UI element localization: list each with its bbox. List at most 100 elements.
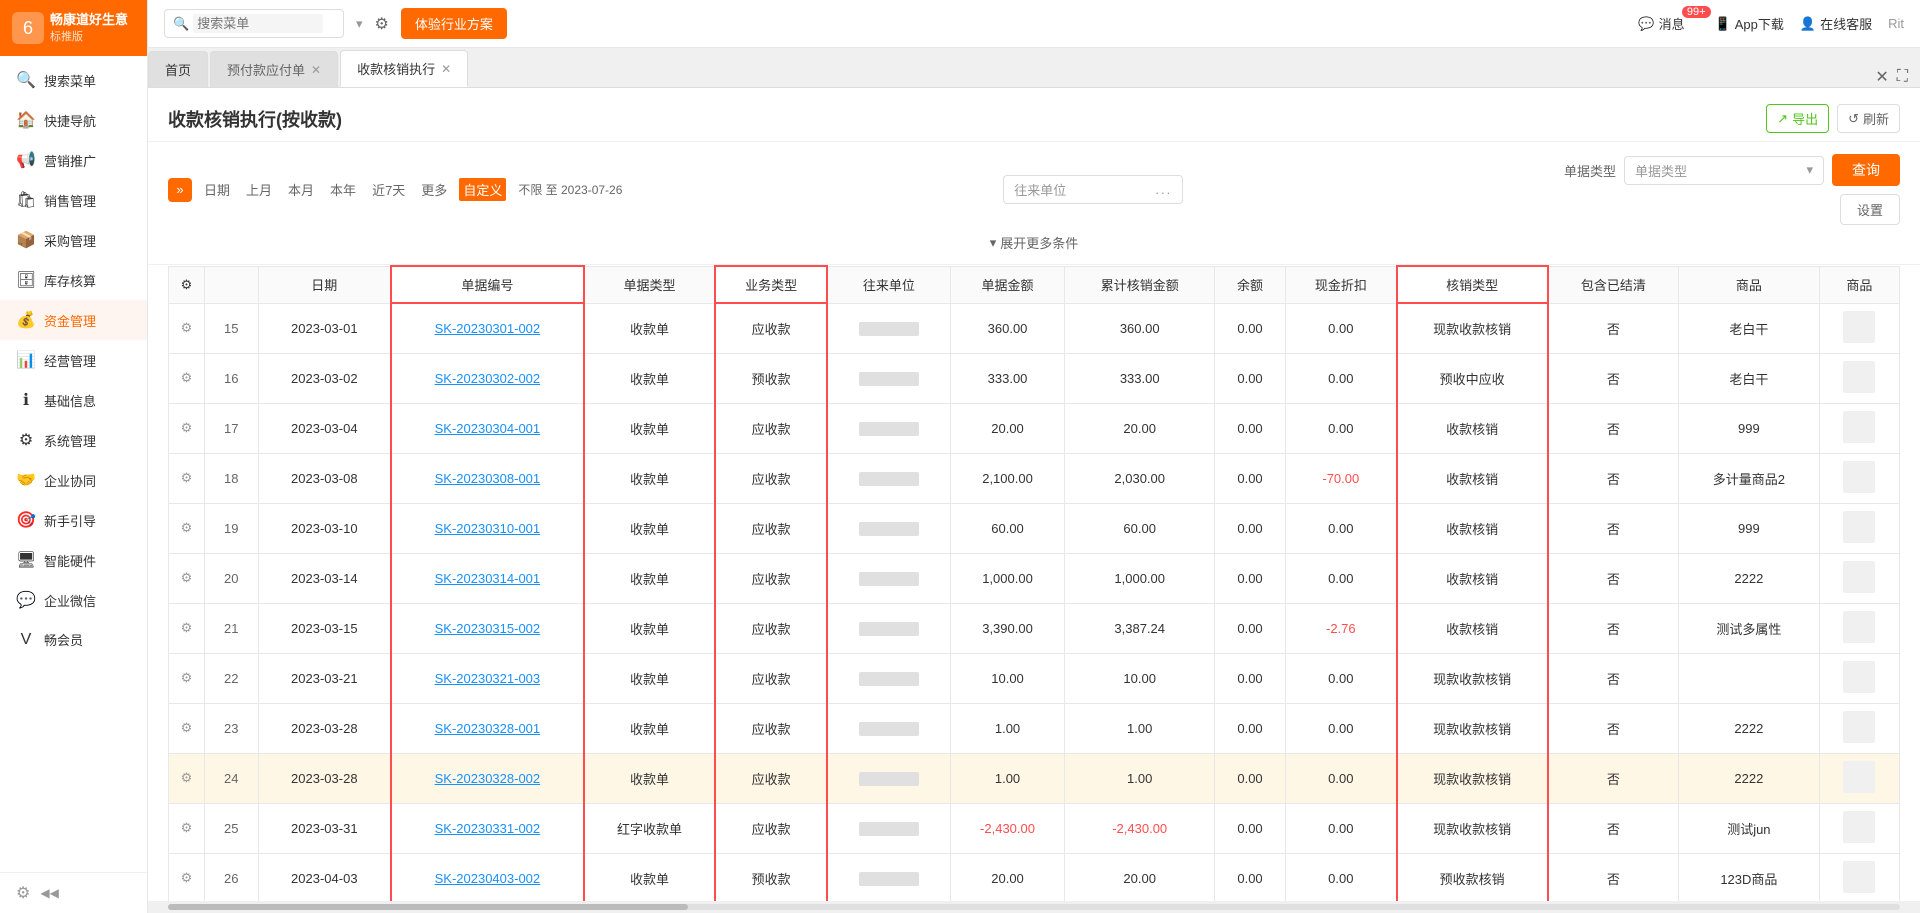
expand-conditions-button[interactable]: ▾ 展开更多条件 bbox=[990, 233, 1079, 252]
td-gear[interactable]: ⚙ bbox=[169, 303, 205, 353]
page-header-actions: ↗ 导出 ↺ 刷新 bbox=[1766, 104, 1900, 133]
td-bill-no: SK-20230321-003 bbox=[391, 653, 584, 703]
td-bill-no: SK-20230315-002 bbox=[391, 603, 584, 653]
td-gear[interactable]: ⚙ bbox=[169, 553, 205, 603]
more-date-link[interactable]: 更多 bbox=[417, 178, 451, 201]
sidebar-item-purchase[interactable]: 📦 采购管理 bbox=[0, 220, 147, 260]
sidebar-item-wechat[interactable]: 💬 企业微信 bbox=[0, 580, 147, 620]
message-button[interactable]: 💬 消息 99+ bbox=[1638, 14, 1698, 33]
table-wrap: ⚙ 日期 单据编号 单据类型 业务类型 往来单位 单据金额 累计核销金额 余额 … bbox=[148, 265, 1920, 901]
td-acc-amount: 20.00 bbox=[1065, 853, 1215, 901]
bill-no-link[interactable]: SK-20230302-002 bbox=[435, 371, 541, 386]
footer-settings-icon[interactable]: ⚙ bbox=[16, 883, 30, 903]
bill-no-link[interactable]: SK-20230310-001 bbox=[435, 521, 541, 536]
sidebar-item-search[interactable]: 🔍 搜索菜单 bbox=[0, 60, 147, 100]
td-seq: 21 bbox=[205, 603, 259, 653]
bill-no-link[interactable]: SK-20230315-002 bbox=[435, 621, 541, 636]
td-gear[interactable]: ⚙ bbox=[169, 853, 205, 901]
sidebar-item-operations[interactable]: 📊 经营管理 bbox=[0, 340, 147, 380]
scrollbar-thumb[interactable] bbox=[168, 904, 688, 910]
footer-collapse-icon[interactable]: ◀◀ bbox=[40, 886, 58, 900]
sidebar-item-corp[interactable]: 🤝 企业协同 bbox=[0, 460, 147, 500]
bill-no-link[interactable]: SK-20230328-002 bbox=[435, 771, 541, 786]
td-acc-amount: 60.00 bbox=[1065, 503, 1215, 553]
td-gear[interactable]: ⚙ bbox=[169, 453, 205, 503]
collection-tab-close[interactable]: ✕ bbox=[441, 62, 451, 76]
td-goods-img bbox=[1819, 503, 1899, 553]
filter-toggle-button[interactable]: » bbox=[168, 178, 192, 202]
sidebar-item-newbie[interactable]: 🎯 新手引导 bbox=[0, 500, 147, 540]
this-month-link[interactable]: 本月 bbox=[284, 178, 318, 201]
app-download-button[interactable]: 📱 App下载 bbox=[1715, 14, 1784, 33]
td-cash-discount: 0.00 bbox=[1286, 403, 1397, 453]
td-cancel-type: 现款收款核销 bbox=[1397, 303, 1548, 353]
td-goods: 测试jun bbox=[1678, 803, 1819, 853]
partner-filter[interactable]: 往来单位 ... bbox=[1003, 175, 1183, 204]
td-bill-type: 收款单 bbox=[584, 503, 715, 553]
sidebar-item-quick-nav[interactable]: 🏠 快捷导航 bbox=[0, 100, 147, 140]
online-service-button[interactable]: 👤 在线客服 bbox=[1800, 14, 1872, 33]
td-gear[interactable]: ⚙ bbox=[169, 803, 205, 853]
td-gear[interactable]: ⚙ bbox=[169, 653, 205, 703]
setting-button[interactable]: 设置 bbox=[1840, 194, 1900, 225]
td-bill-type: 收款单 bbox=[584, 403, 715, 453]
td-goods: 测试多属性 bbox=[1678, 603, 1819, 653]
td-gear[interactable]: ⚙ bbox=[169, 353, 205, 403]
td-bill-no: SK-20230301-002 bbox=[391, 303, 584, 353]
sidebar-item-sales[interactable]: 🛍 销售管理 bbox=[0, 180, 147, 220]
bill-no-link[interactable]: SK-20230314-001 bbox=[435, 571, 541, 586]
bill-no-link[interactable]: SK-20230304-001 bbox=[435, 421, 541, 436]
tab-home[interactable]: 首页 bbox=[148, 51, 208, 87]
refresh-button[interactable]: ↺ 刷新 bbox=[1837, 104, 1900, 133]
td-cash-discount: -2.76 bbox=[1286, 603, 1397, 653]
td-gear[interactable]: ⚙ bbox=[169, 503, 205, 553]
chevron-right-icon: » bbox=[176, 182, 183, 197]
topbar-gear-icon[interactable]: ⚙ bbox=[375, 14, 389, 34]
refresh-icon: ↺ bbox=[1848, 111, 1859, 127]
td-gear[interactable]: ⚙ bbox=[169, 703, 205, 753]
tab-collection-exec[interactable]: 收款核销执行 ✕ bbox=[340, 50, 468, 87]
receipt-type-filter[interactable]: 单据类型 ▾ bbox=[1624, 156, 1824, 185]
member-icon: V bbox=[16, 631, 36, 649]
td-cancel-type: 现款收款核销 bbox=[1397, 753, 1548, 803]
td-amount: 20.00 bbox=[950, 853, 1065, 901]
tab-prepay[interactable]: 预付款应付单 ✕ bbox=[210, 51, 338, 87]
sidebar-item-member[interactable]: V 畅会员 bbox=[0, 620, 147, 659]
bill-no-link[interactable]: SK-20230308-001 bbox=[435, 471, 541, 486]
sidebar-item-hardware[interactable]: 🖥 智能硬件 bbox=[0, 540, 147, 580]
bill-no-link[interactable]: SK-20230331-002 bbox=[435, 821, 541, 836]
last-7days-link[interactable]: 近7天 bbox=[368, 178, 409, 201]
td-balance: 0.00 bbox=[1215, 653, 1286, 703]
service-label: 在线客服 bbox=[1820, 14, 1872, 33]
custom-date-link[interactable]: 自定义 bbox=[459, 178, 506, 201]
prepay-tab-close[interactable]: ✕ bbox=[311, 63, 321, 77]
td-gear[interactable]: ⚙ bbox=[169, 403, 205, 453]
td-gear[interactable]: ⚙ bbox=[169, 603, 205, 653]
export-button[interactable]: ↗ 导出 bbox=[1766, 104, 1829, 133]
sidebar-item-inventory[interactable]: 🗄 库存核算 bbox=[0, 260, 147, 300]
sidebar-item-marketing[interactable]: 📢 营销推广 bbox=[0, 140, 147, 180]
this-year-link[interactable]: 本年 bbox=[326, 178, 360, 201]
td-amount: 333.00 bbox=[950, 353, 1065, 403]
bill-no-link[interactable]: SK-20230403-002 bbox=[435, 871, 541, 886]
solution-button[interactable]: 体验行业方案 bbox=[401, 8, 507, 39]
table-header-row: ⚙ 日期 单据编号 单据类型 业务类型 往来单位 单据金额 累计核销金额 余额 … bbox=[169, 266, 1900, 303]
bill-no-link[interactable]: SK-20230328-001 bbox=[435, 721, 541, 736]
sidebar-item-system[interactable]: ⚙ 系统管理 bbox=[0, 420, 147, 460]
sidebar-label-sales: 销售管理 bbox=[44, 191, 96, 210]
td-gear[interactable]: ⚙ bbox=[169, 753, 205, 803]
sidebar-item-finance[interactable]: 💰 资金管理 bbox=[0, 300, 147, 340]
bill-no-link[interactable]: SK-20230301-002 bbox=[435, 321, 541, 336]
search-input[interactable] bbox=[193, 14, 323, 33]
td-biz-type: 应收款 bbox=[715, 753, 827, 803]
th-gear[interactable]: ⚙ bbox=[169, 266, 205, 303]
tab-close-all-icon[interactable]: ✕ bbox=[1875, 67, 1888, 87]
td-partner bbox=[827, 603, 950, 653]
horizontal-scrollbar[interactable] bbox=[148, 901, 1920, 913]
last-month-link[interactable]: 上月 bbox=[242, 178, 276, 201]
sidebar-item-basic[interactable]: ℹ 基础信息 bbox=[0, 380, 147, 420]
query-button[interactable]: 查询 bbox=[1832, 154, 1900, 186]
search-bar[interactable]: 🔍 bbox=[164, 9, 344, 38]
bill-no-link[interactable]: SK-20230321-003 bbox=[435, 671, 541, 686]
tab-expand-icon[interactable]: ⛶ bbox=[1897, 68, 1908, 86]
